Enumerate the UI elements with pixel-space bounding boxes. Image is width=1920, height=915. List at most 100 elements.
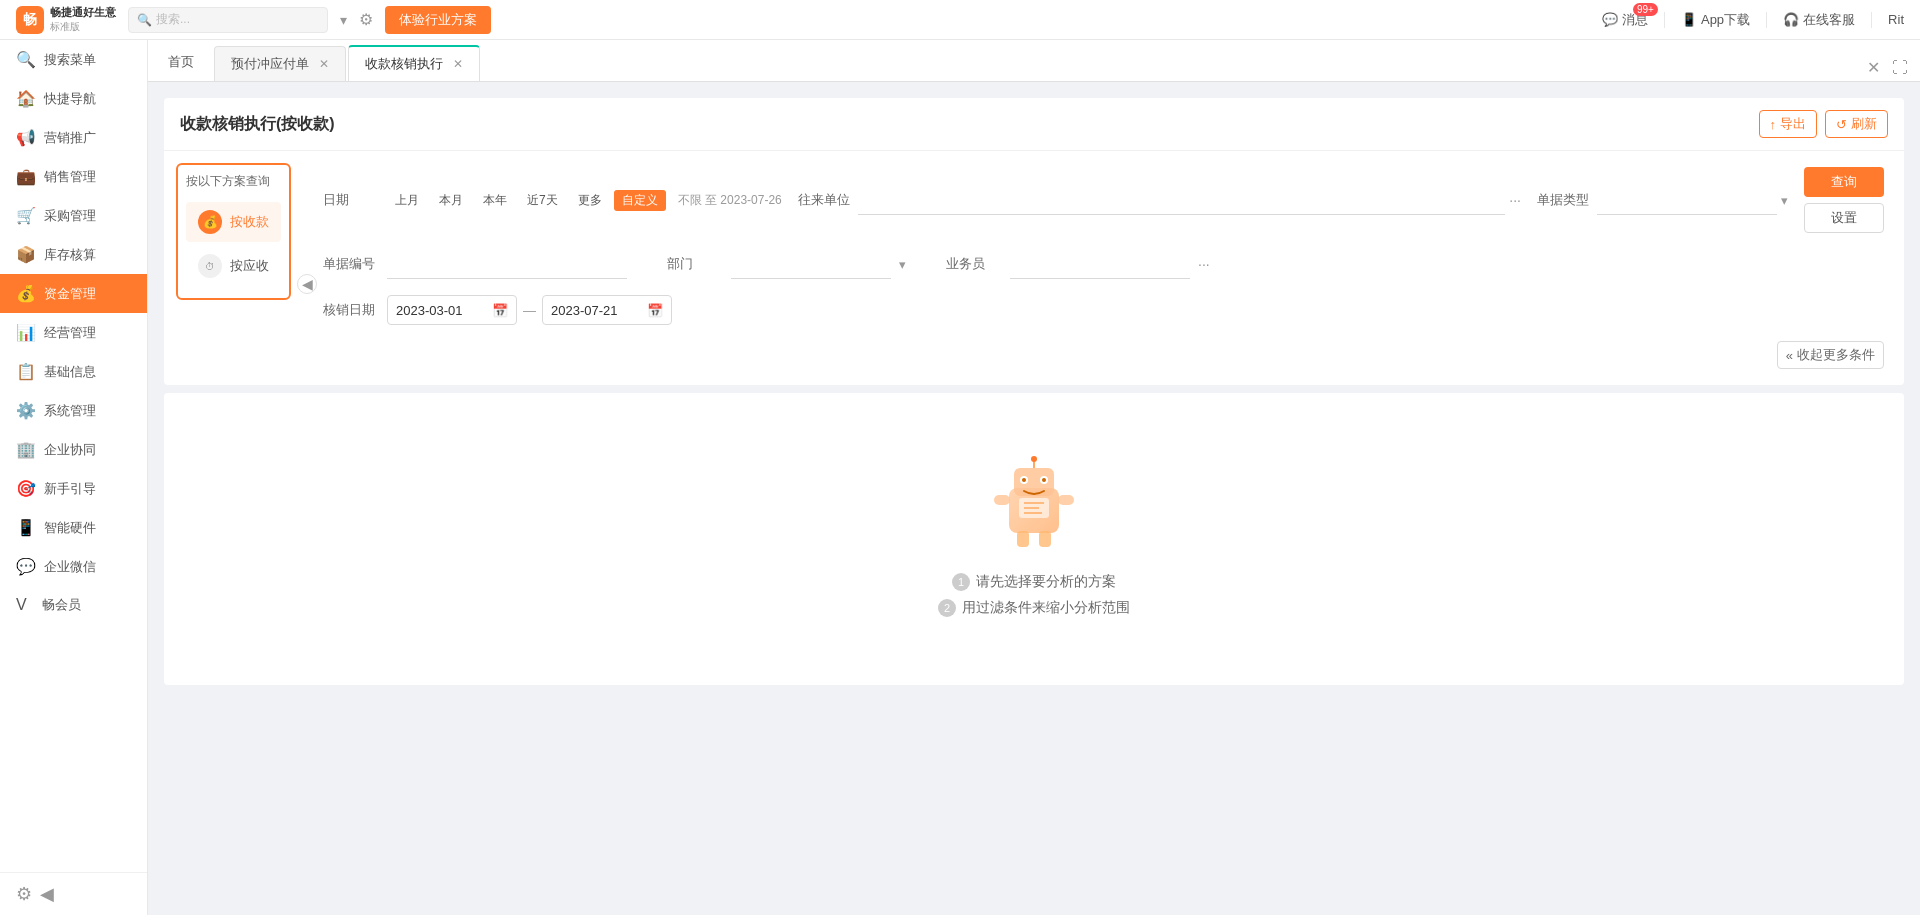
doc-number-input[interactable] xyxy=(387,249,627,279)
purchase-icon: 🛒 xyxy=(16,206,36,225)
collapse-left-arrow[interactable]: ◀ xyxy=(297,274,317,294)
collapse-sidebar-icon[interactable]: ◀ xyxy=(40,883,54,905)
dept-dropdown-icon[interactable]: ▾ xyxy=(899,257,906,272)
topbar-right: 💬 消息 99+ 📱 App下载 🎧 在线客服 Rit xyxy=(1602,11,1904,29)
topbar: 畅 畅捷通好生意 标准版 🔍 搜索... ▾ ⚙ 体验行业方案 💬 消息 99+… xyxy=(0,0,1920,40)
search-bar[interactable]: 🔍 搜索... xyxy=(128,7,328,33)
svg-rect-11 xyxy=(1039,531,1051,547)
maximize-tab-button[interactable]: ⛶ xyxy=(1888,55,1912,81)
sidebar-label-member: 畅会员 xyxy=(42,596,81,614)
user-name[interactable]: Rit xyxy=(1888,12,1904,27)
tab-receipt-write-off[interactable]: 收款核销执行 ✕ xyxy=(348,45,480,81)
filter-writeoff-date-item: 核销日期 2023-03-01 📅 — 2023-07-21 📅 xyxy=(323,295,672,325)
sidebar-item-guide[interactable]: 🎯 新手引导 xyxy=(0,469,147,508)
svg-rect-1 xyxy=(1014,468,1054,496)
sidebar-label-enterprise: 企业协同 xyxy=(44,441,96,459)
date-more[interactable]: 更多 xyxy=(570,190,610,211)
customer-dots[interactable]: ··· xyxy=(1509,192,1521,208)
date-this-year[interactable]: 本年 xyxy=(475,190,515,211)
date-this-month[interactable]: 本月 xyxy=(431,190,471,211)
writeoff-date-range: 2023-03-01 📅 — 2023-07-21 📅 xyxy=(387,295,672,325)
filter-option-by-receivable[interactable]: ⏱ 按应收 xyxy=(186,246,281,286)
customer-input[interactable] xyxy=(858,185,1506,215)
sidebar-item-search-menu[interactable]: 🔍 搜索菜单 xyxy=(0,40,147,79)
page-actions: ↑ 导出 ↺ 刷新 xyxy=(1759,110,1889,138)
svg-point-4 xyxy=(1022,478,1026,482)
sidebar-item-operations[interactable]: 📊 经营管理 xyxy=(0,313,147,352)
inventory-icon: 📦 xyxy=(16,245,36,264)
salesman-input[interactable] xyxy=(1010,249,1190,279)
sidebar: 🔍 搜索菜单 🏠 快捷导航 📢 营销推广 💼 销售管理 🛒 采购管理 📦 库存核… xyxy=(0,40,148,915)
chevron-down-icon[interactable]: ▾ xyxy=(340,12,347,28)
writeoff-start-date[interactable]: 2023-03-01 📅 xyxy=(387,295,517,325)
page-title: 收款核销执行(按收款) xyxy=(180,114,335,135)
app-title: 畅捷通好生意 xyxy=(50,5,116,20)
sidebar-item-member[interactable]: V 畅会员 xyxy=(0,586,147,624)
member-icon: V xyxy=(16,596,34,614)
online-service-button[interactable]: 🎧 在线客服 xyxy=(1783,11,1855,29)
dept-input[interactable] xyxy=(731,249,891,279)
settings-button[interactable]: 设置 xyxy=(1804,203,1884,233)
empty-tip-num-1: 1 xyxy=(952,573,970,591)
date-7days[interactable]: 近7天 xyxy=(519,190,566,211)
date-last-month[interactable]: 上月 xyxy=(387,190,427,211)
filter-doc-type-item: 单据类型 ▾ xyxy=(1537,185,1788,215)
app-subtitle: 标准版 xyxy=(50,20,116,34)
tab-prepay[interactable]: 预付冲应付单 ✕ xyxy=(214,46,346,81)
filter-row-3: 核销日期 2023-03-01 📅 — 2023-07-21 📅 xyxy=(323,295,1884,325)
close-tab-button[interactable]: ✕ xyxy=(1863,54,1884,81)
date-range-sep: — xyxy=(523,303,536,318)
tab-prepay-label: 预付冲应付单 xyxy=(231,55,309,73)
writeoff-end-date-text: 2023-07-21 xyxy=(551,303,618,318)
dept-label: 部门 xyxy=(667,255,723,273)
message-badge: 99+ xyxy=(1633,3,1658,16)
filter-option-by-receipt[interactable]: 💰 按收款 xyxy=(186,202,281,242)
sidebar-item-wechat[interactable]: 💬 企业微信 xyxy=(0,547,147,586)
filter-customer-item: 往来单位 ··· xyxy=(798,185,1521,215)
sidebar-item-hardware[interactable]: 📱 智能硬件 xyxy=(0,508,147,547)
calendar-end-icon[interactable]: 📅 xyxy=(647,303,663,318)
gear-icon[interactable]: ⚙ xyxy=(359,10,373,29)
message-button[interactable]: 💬 消息 99+ xyxy=(1602,11,1648,29)
sidebar-item-basic-info[interactable]: 📋 基础信息 xyxy=(0,352,147,391)
solution-button[interactable]: 体验行业方案 xyxy=(385,6,491,34)
settings-bottom-icon[interactable]: ⚙ xyxy=(16,883,32,905)
empty-tip-text-1: 请先选择要分析的方案 xyxy=(976,573,1116,591)
sidebar-item-finance[interactable]: 💰 资金管理 xyxy=(0,274,147,313)
sidebar-item-enterprise[interactable]: 🏢 企业协同 xyxy=(0,430,147,469)
tab-prepay-close[interactable]: ✕ xyxy=(319,57,329,71)
refresh-button[interactable]: ↺ 刷新 xyxy=(1825,110,1888,138)
sidebar-item-system[interactable]: ⚙️ 系统管理 xyxy=(0,391,147,430)
guide-icon: 🎯 xyxy=(16,479,36,498)
sidebar-item-purchase[interactable]: 🛒 采购管理 xyxy=(0,196,147,235)
search-menu-icon: 🔍 xyxy=(16,50,36,69)
writeoff-end-date[interactable]: 2023-07-21 📅 xyxy=(542,295,672,325)
tab-home[interactable]: 首页 xyxy=(148,45,214,81)
svg-rect-8 xyxy=(994,495,1010,505)
salesman-dots[interactable]: ··· xyxy=(1198,256,1210,272)
export-icon: ↑ xyxy=(1770,117,1777,132)
headset-icon: 🎧 xyxy=(1783,12,1799,27)
salesman-label: 业务员 xyxy=(946,255,1002,273)
query-button[interactable]: 查询 xyxy=(1804,167,1884,197)
calendar-start-icon[interactable]: 📅 xyxy=(492,303,508,318)
doc-type-dropdown-icon[interactable]: ▾ xyxy=(1781,193,1788,208)
sidebar-item-quick-nav[interactable]: 🏠 快捷导航 xyxy=(0,79,147,118)
empty-illustration xyxy=(984,453,1084,553)
sidebar-item-marketing[interactable]: 📢 营销推广 xyxy=(0,118,147,157)
sidebar-item-inventory[interactable]: 📦 库存核算 xyxy=(0,235,147,274)
collapse-more-wrapper: « 收起更多条件 xyxy=(323,341,1884,369)
app-title-group: 畅捷通好生意 标准版 xyxy=(50,5,116,34)
date-custom[interactable]: 自定义 xyxy=(614,190,666,211)
sidebar-item-sales[interactable]: 💼 销售管理 xyxy=(0,157,147,196)
app-download-button[interactable]: 📱 App下载 xyxy=(1681,11,1750,29)
filter-salesman-item: 业务员 ··· xyxy=(946,249,1210,279)
tab-receipt-write-off-close[interactable]: ✕ xyxy=(453,57,463,71)
finance-icon: 💰 xyxy=(16,284,36,303)
export-button[interactable]: ↑ 导出 xyxy=(1759,110,1818,138)
collapse-more-button[interactable]: « 收起更多条件 xyxy=(1777,341,1884,369)
doc-type-input[interactable] xyxy=(1597,185,1777,215)
basic-info-icon: 📋 xyxy=(16,362,36,381)
empty-tip-2: 2 用过滤条件来缩小分析范围 xyxy=(938,599,1130,617)
svg-rect-9 xyxy=(1058,495,1074,505)
